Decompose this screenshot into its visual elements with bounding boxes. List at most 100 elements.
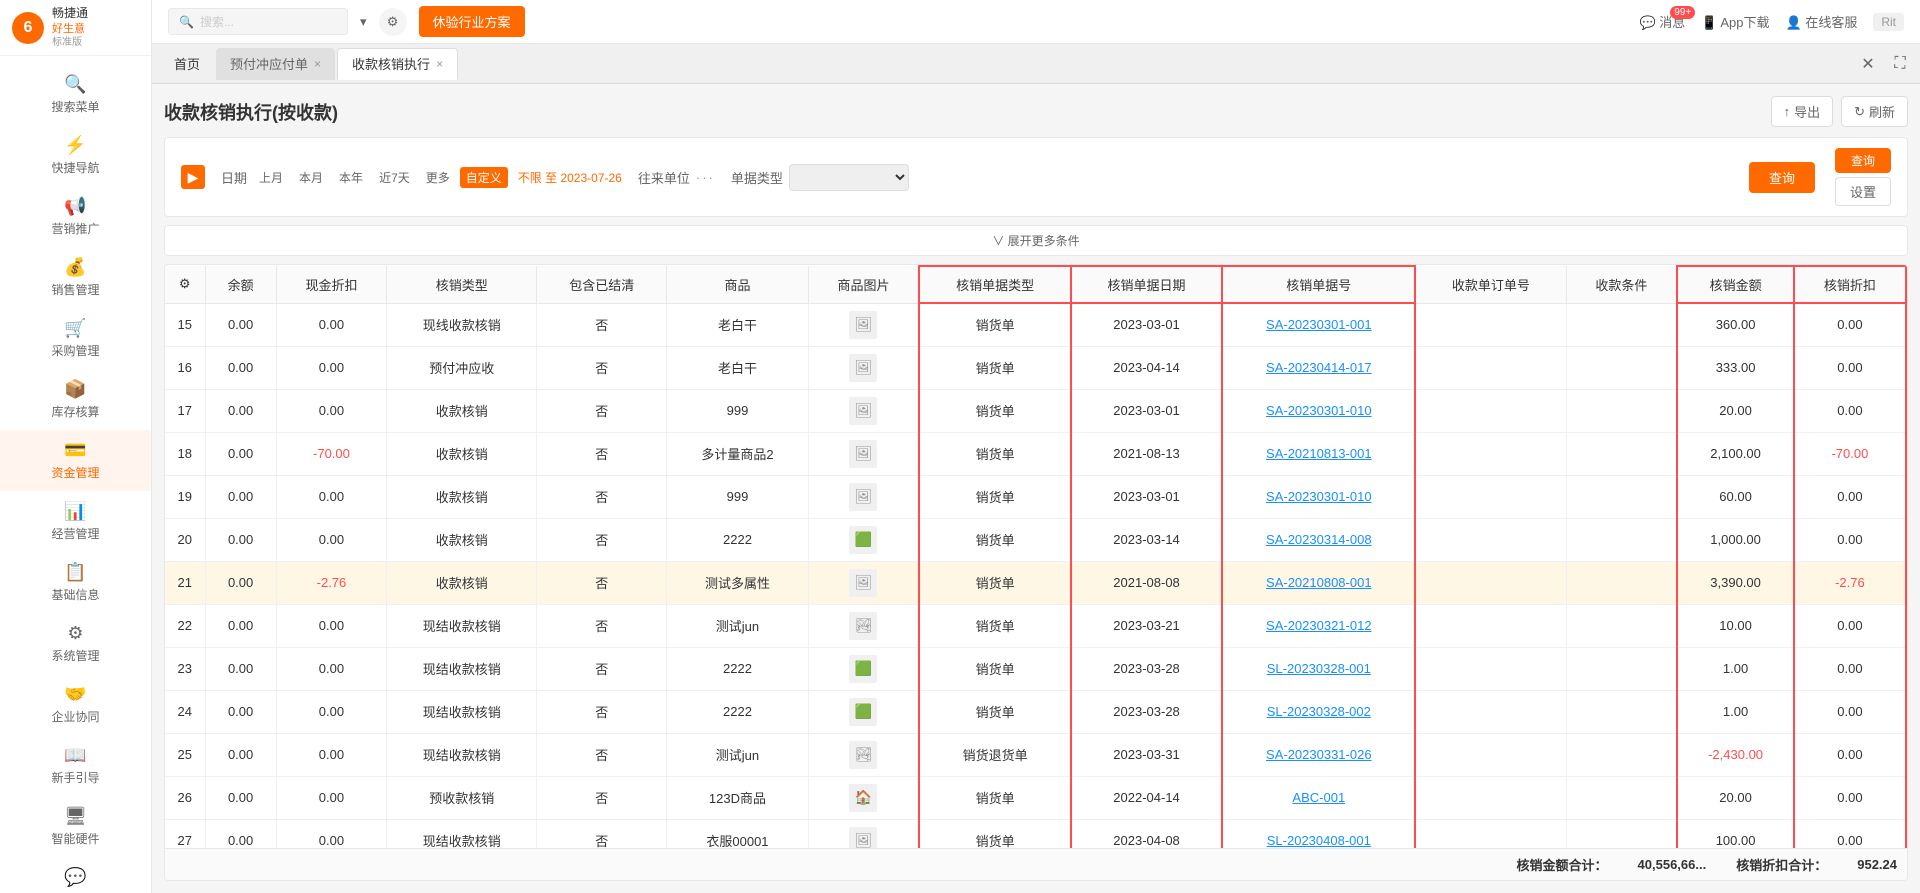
cell-discount-col: -70.00 bbox=[1794, 432, 1906, 475]
tab-collection[interactable]: 收款核销执行 × bbox=[337, 48, 458, 80]
refresh-btn[interactable]: ↻ 刷新 bbox=[1841, 96, 1908, 127]
cell-bill-no[interactable]: SA-20230301-010 bbox=[1222, 389, 1415, 432]
cell-bill-no[interactable]: SA-20230314-008 bbox=[1222, 518, 1415, 561]
table-row: 17 0.00 0.00 收款核销 否 999 🖼 销货单 2023-03-01… bbox=[165, 389, 1906, 432]
cell-bill-no[interactable]: SL-20230328-002 bbox=[1222, 690, 1415, 733]
cell-discount-col: 0.00 bbox=[1794, 776, 1906, 819]
sidebar-label-1: 快捷导航 bbox=[51, 159, 99, 176]
cell-bill-no[interactable]: SA-20210813-001 bbox=[1222, 432, 1415, 475]
cell-balance: 0.00 bbox=[205, 475, 276, 518]
cell-bill-date: 2023-04-14 bbox=[1071, 346, 1222, 389]
search-bar[interactable]: 🔍 搜索... bbox=[168, 8, 348, 35]
expand-more-row[interactable]: ∨ 展开更多条件 bbox=[164, 225, 1908, 256]
sidebar-icon-9: ⚙ bbox=[67, 623, 83, 644]
cell-type: 收款核销 bbox=[387, 475, 537, 518]
bill-type-select[interactable] bbox=[789, 164, 909, 191]
cell-bill-no[interactable]: ABC-001 bbox=[1222, 776, 1415, 819]
user-label: Rit bbox=[1873, 13, 1904, 31]
tab-home[interactable]: 首页 bbox=[160, 48, 214, 80]
cell-discount-col: 0.00 bbox=[1794, 604, 1906, 647]
sidebar-item-5[interactable]: 📦库存核算 bbox=[0, 369, 151, 430]
cell-bill-type: 销货单 bbox=[919, 432, 1070, 475]
cell-type: 现结收款核销 bbox=[387, 733, 537, 776]
cell-bill-no[interactable]: SL-20230408-001 bbox=[1222, 819, 1415, 848]
filter-expand-btn[interactable]: ▶ bbox=[181, 165, 205, 189]
sidebar-item-9[interactable]: ⚙系统管理 bbox=[0, 613, 151, 674]
cell-bill-date: 2023-04-08 bbox=[1071, 819, 1222, 848]
tabbar: 首页 预付冲应付单 × 收款核销执行 × ✕ ⛶ bbox=[152, 44, 1920, 84]
cell-bill-no[interactable]: SA-20210808-001 bbox=[1222, 561, 1415, 604]
sidebar-item-2[interactable]: 📢营销推广 bbox=[0, 186, 151, 247]
tab-prepay-close[interactable]: × bbox=[314, 57, 321, 71]
cell-bill-no[interactable]: SA-20230301-010 bbox=[1222, 475, 1415, 518]
cell-bill-no[interactable]: SA-20230414-017 bbox=[1222, 346, 1415, 389]
logo-icon: 6 bbox=[12, 12, 44, 44]
settings-icon[interactable]: ⚙ bbox=[379, 8, 407, 36]
app-download[interactable]: 📱 App下载 bbox=[1701, 12, 1769, 31]
cell-goods: 测试jun bbox=[667, 604, 808, 647]
close-window-btn[interactable]: ✕ bbox=[1856, 52, 1880, 76]
online-service[interactable]: 👤 在线客服 bbox=[1786, 12, 1858, 31]
cell-balance: 0.00 bbox=[205, 518, 276, 561]
cell-goods: 老白干 bbox=[667, 303, 808, 346]
cell-bill-no[interactable]: SA-20230301-001 bbox=[1222, 303, 1415, 346]
query-btn-2[interactable]: 查询 bbox=[1835, 148, 1891, 173]
fullscreen-btn[interactable]: ⛶ bbox=[1888, 52, 1912, 76]
cell-balance: 0.00 bbox=[205, 432, 276, 475]
sidebar-item-3[interactable]: 💰销售管理 bbox=[0, 247, 151, 308]
settings-icon[interactable]: ⚙ bbox=[179, 276, 191, 291]
tab-prepay[interactable]: 预付冲应付单 × bbox=[216, 48, 335, 80]
cell-bill-type: 销货单 bbox=[919, 475, 1070, 518]
date-more[interactable]: 更多 bbox=[420, 167, 456, 188]
cell-order-no bbox=[1415, 604, 1566, 647]
cell-amount: -2,430.00 bbox=[1677, 733, 1793, 776]
cell-type: 收款核销 bbox=[387, 432, 537, 475]
sidebar-item-11[interactable]: 📖新手引导 bbox=[0, 735, 151, 796]
sidebar-item-1[interactable]: ⚡快捷导航 bbox=[0, 125, 151, 186]
cell-cash-discount: 0.00 bbox=[276, 776, 387, 819]
sidebar-item-10[interactable]: 🤝企业协同 bbox=[0, 674, 151, 735]
dropdown-arrow[interactable]: ▾ bbox=[360, 14, 367, 30]
sidebar-item-0[interactable]: 🔍搜索菜单 bbox=[0, 64, 151, 125]
col-settings[interactable]: ⚙ bbox=[165, 266, 205, 303]
industry-btn[interactable]: 休验行业方案 bbox=[419, 6, 525, 37]
cell-amount: 20.00 bbox=[1677, 389, 1793, 432]
cell-type: 预付冲应收 bbox=[387, 346, 537, 389]
cell-bill-no[interactable]: SA-20230321-012 bbox=[1222, 604, 1415, 647]
cell-bill-no[interactable]: SA-20230331-026 bbox=[1222, 733, 1415, 776]
cell-bill-type: 销货单 bbox=[919, 776, 1070, 819]
date-custom[interactable]: 自定义 bbox=[460, 167, 508, 188]
cell-balance: 0.00 bbox=[205, 776, 276, 819]
sidebar-item-12[interactable]: 🖥智能硬件 bbox=[0, 796, 151, 857]
sidebar-item-13[interactable]: 💬企业微信 bbox=[0, 857, 151, 893]
date-this-year[interactable]: 本年 bbox=[333, 167, 369, 188]
sidebar-item-4[interactable]: 🛒采购管理 bbox=[0, 308, 151, 369]
sidebar-item-8[interactable]: 📋基础信息 bbox=[0, 552, 151, 613]
table-header-row: ⚙ 余额 现金折扣 核销类型 包含已结清 商品 商品图片 核销单据类型 核销单据… bbox=[165, 266, 1906, 303]
filter-settings-btn[interactable]: 设置 bbox=[1835, 177, 1891, 206]
export-btn[interactable]: ↑ 导出 bbox=[1771, 96, 1834, 127]
cell-amount: 60.00 bbox=[1677, 475, 1793, 518]
cell-cleared: 否 bbox=[537, 303, 667, 346]
sidebar-item-7[interactable]: 📊经营管理 bbox=[0, 491, 151, 552]
cell-discount-col: 0.00 bbox=[1794, 389, 1906, 432]
sidebar-icon-11: 📖 bbox=[64, 745, 86, 766]
date-options: 上月 本月 本年 近7天 更多 自定义 bbox=[253, 167, 508, 188]
sidebar-item-6[interactable]: 💳资金管理 bbox=[0, 430, 151, 491]
query-btn[interactable]: 查询 bbox=[1749, 162, 1815, 193]
date-last-month[interactable]: 上月 bbox=[253, 167, 289, 188]
cell-bill-no[interactable]: SL-20230328-001 bbox=[1222, 647, 1415, 690]
table-wrapper[interactable]: ⚙ 余额 现金折扣 核销类型 包含已结清 商品 商品图片 核销单据类型 核销单据… bbox=[165, 265, 1907, 848]
cell-cash-discount: 0.00 bbox=[276, 475, 387, 518]
cell-goods-img: 🖼 bbox=[808, 303, 919, 346]
date-this-month[interactable]: 本月 bbox=[293, 167, 329, 188]
col-includes-cleared: 包含已结清 bbox=[537, 266, 667, 303]
cell-discount-col: 0.00 bbox=[1794, 733, 1906, 776]
date-7days[interactable]: 近7天 bbox=[373, 167, 416, 188]
tab-collection-close[interactable]: × bbox=[436, 57, 443, 71]
cell-bill-date: 2023-03-14 bbox=[1071, 518, 1222, 561]
cell-balance: 0.00 bbox=[205, 561, 276, 604]
total-amount-label: 核销金额合计： bbox=[1517, 855, 1608, 874]
cell-discount-col: -2.76 bbox=[1794, 561, 1906, 604]
message-badge[interactable]: 💬 消息 99+ bbox=[1639, 12, 1685, 31]
